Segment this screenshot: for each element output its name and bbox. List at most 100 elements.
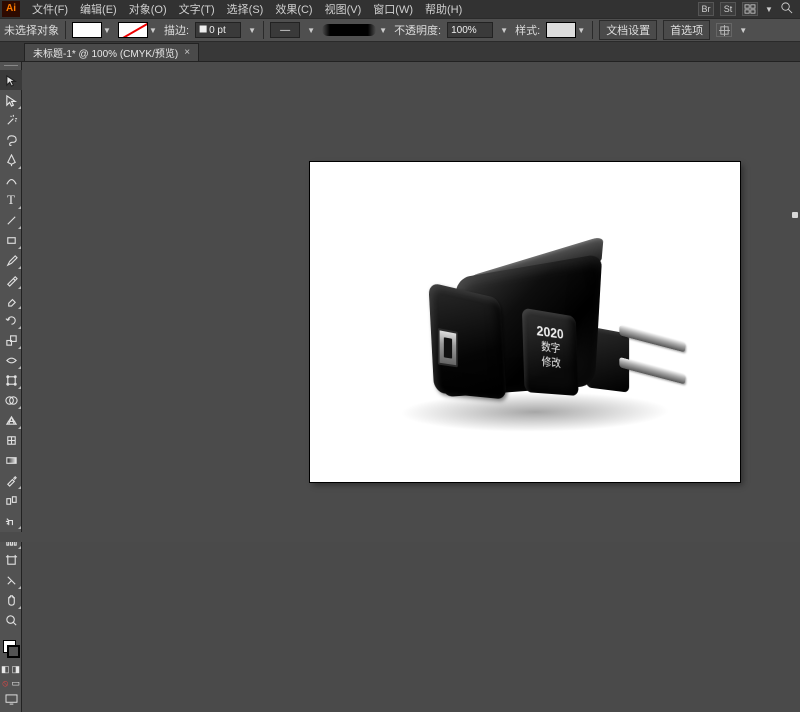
stroke-weight-field[interactable]: ⯀ 0 pt bbox=[195, 22, 241, 38]
stock-button[interactable]: St bbox=[720, 2, 736, 16]
scrollbar-thumb[interactable] bbox=[792, 212, 798, 218]
perspective-grid-tool[interactable] bbox=[0, 410, 22, 430]
eyedropper-tool[interactable] bbox=[0, 470, 22, 490]
brush-preview-icon bbox=[322, 24, 376, 36]
free-transform-tool[interactable] bbox=[0, 370, 22, 390]
stroke-swatch[interactable]: ▼ bbox=[118, 22, 158, 38]
search-icon bbox=[780, 1, 793, 14]
separator bbox=[592, 21, 593, 39]
menu-select[interactable]: 选择(S) bbox=[221, 1, 270, 17]
chevron-down-icon: ▼ bbox=[378, 23, 388, 37]
app-logo: Ai bbox=[2, 1, 20, 17]
graphic-style-swatch[interactable]: ▼ bbox=[546, 22, 586, 38]
preferences-button[interactable]: 首选项 bbox=[663, 20, 710, 40]
drop-shadow bbox=[393, 392, 678, 432]
none-mode-button[interactable]: ⦸ bbox=[0, 676, 11, 690]
search-button[interactable] bbox=[780, 1, 794, 17]
chevron-down-icon[interactable]: ▼ bbox=[306, 23, 316, 37]
hand-tool[interactable] bbox=[0, 590, 22, 610]
stroke-weight-value: 0 pt bbox=[209, 25, 226, 36]
line-segment-tool[interactable] bbox=[0, 210, 22, 230]
document-tab-title: 未标题-1* @ 100% (CMYK/预览) bbox=[33, 45, 178, 60]
menu-object[interactable]: 对象(O) bbox=[123, 1, 173, 17]
screen-mode-icon bbox=[5, 694, 18, 705]
pencil-tool[interactable] bbox=[0, 270, 22, 290]
chevron-down-icon: ▼ bbox=[576, 23, 586, 37]
opacity-field[interactable]: 100% bbox=[447, 22, 493, 38]
magic-wand-tool[interactable] bbox=[0, 110, 22, 130]
menu-edit[interactable]: 编辑(E) bbox=[74, 1, 123, 17]
menu-view[interactable]: 视图(V) bbox=[319, 1, 368, 17]
grid-icon bbox=[744, 4, 756, 14]
toolbox: T ◧ ◨ ⦸ ▭ bbox=[0, 62, 22, 712]
opacity-value: 100% bbox=[451, 25, 477, 36]
menu-effect[interactable]: 效果(C) bbox=[269, 1, 318, 17]
lasso-tool[interactable] bbox=[0, 130, 22, 150]
stepper-icon: ⯀ bbox=[199, 25, 207, 36]
blend-tool[interactable] bbox=[0, 490, 22, 510]
scale-tool[interactable] bbox=[0, 330, 22, 350]
separator bbox=[263, 21, 264, 39]
chevron-down-icon: ▼ bbox=[148, 23, 158, 37]
selection-tool[interactable] bbox=[0, 70, 22, 90]
menu-type[interactable]: 文字(T) bbox=[173, 1, 221, 17]
brush-definition[interactable]: ▼ bbox=[322, 23, 388, 37]
canvas-area[interactable]: 2020 数字 修改 bbox=[22, 62, 790, 532]
variable-width-profile[interactable]: — bbox=[270, 22, 300, 38]
arrange-documents-button[interactable] bbox=[742, 2, 758, 16]
fill-swatch[interactable]: ▼ bbox=[72, 22, 112, 38]
chevron-down-icon: ▼ bbox=[102, 23, 112, 37]
toolbox-grip[interactable] bbox=[0, 62, 21, 70]
charger-prong bbox=[619, 357, 685, 384]
shape-builder-tool[interactable] bbox=[0, 390, 22, 410]
control-bar: 未选择对象 ▼ ▼ 描边: ⯀ 0 pt ▼ — ▼ ▼ 不透明度: 100% … bbox=[0, 18, 800, 42]
stroke-weight-label: 描边: bbox=[164, 22, 189, 38]
document-tab[interactable]: 未标题-1* @ 100% (CMYK/预览) × bbox=[24, 43, 199, 61]
opacity-label: 不透明度: bbox=[394, 22, 441, 38]
gradient-tool[interactable] bbox=[0, 450, 22, 470]
rotate-tool[interactable] bbox=[0, 310, 22, 330]
chevron-down-icon[interactable]: ▼ bbox=[499, 23, 509, 37]
menu-file[interactable]: 文件(F) bbox=[26, 1, 74, 17]
artboard[interactable]: 2020 数字 修改 bbox=[310, 162, 740, 482]
type-tool[interactable]: T bbox=[0, 190, 22, 210]
paintbrush-tool[interactable] bbox=[0, 250, 22, 270]
gradient-mode-button[interactable]: ◨ bbox=[11, 662, 22, 676]
charger-prong bbox=[619, 325, 685, 352]
pen-tool[interactable] bbox=[0, 150, 22, 170]
zoom-tool[interactable] bbox=[0, 610, 22, 630]
artboard-tool[interactable] bbox=[0, 550, 22, 570]
draw-mode-button[interactable]: ▭ bbox=[11, 676, 22, 690]
close-tab-button[interactable]: × bbox=[184, 47, 190, 58]
placed-image[interactable]: 2020 数字 修改 bbox=[370, 242, 690, 442]
direct-selection-tool[interactable] bbox=[0, 90, 22, 110]
no-selection-label: 未选择对象 bbox=[4, 22, 59, 38]
document-setup-button[interactable]: 文档设置 bbox=[599, 20, 657, 40]
stroke-color-icon bbox=[7, 645, 20, 658]
mesh-tool[interactable] bbox=[0, 430, 22, 450]
fill-stroke-control[interactable] bbox=[0, 638, 22, 662]
chevron-down-icon[interactable]: ▼ bbox=[738, 23, 748, 37]
bridge-button[interactable]: Br bbox=[698, 2, 714, 16]
menu-bar: Ai 文件(F) 编辑(E) 对象(O) 文字(T) 选择(S) 效果(C) 视… bbox=[0, 0, 800, 18]
symbol-sprayer-tool[interactable] bbox=[0, 510, 22, 530]
chevron-down-icon: ▼ bbox=[764, 2, 774, 16]
menu-window[interactable]: 窗口(W) bbox=[367, 1, 419, 17]
curvature-tool[interactable] bbox=[0, 170, 22, 190]
slice-tool[interactable] bbox=[0, 570, 22, 590]
color-mode-button[interactable]: ◧ bbox=[0, 662, 11, 676]
width-tool[interactable] bbox=[0, 350, 22, 370]
bottom-strip bbox=[0, 532, 800, 542]
transform-panel-button[interactable] bbox=[716, 23, 732, 37]
chevron-down-icon[interactable]: ▼ bbox=[247, 23, 257, 37]
style-label: 样式: bbox=[515, 22, 540, 38]
vertical-scrollbar[interactable] bbox=[790, 62, 800, 532]
crosshair-icon bbox=[719, 25, 730, 36]
eraser-tool[interactable] bbox=[0, 290, 22, 310]
screen-mode-button[interactable] bbox=[0, 690, 22, 708]
document-tab-bar: 未标题-1* @ 100% (CMYK/预览) × bbox=[0, 42, 800, 62]
separator bbox=[65, 21, 66, 39]
usb-port-icon bbox=[438, 328, 458, 367]
rectangle-tool[interactable] bbox=[0, 230, 22, 250]
menu-help[interactable]: 帮助(H) bbox=[419, 1, 468, 17]
